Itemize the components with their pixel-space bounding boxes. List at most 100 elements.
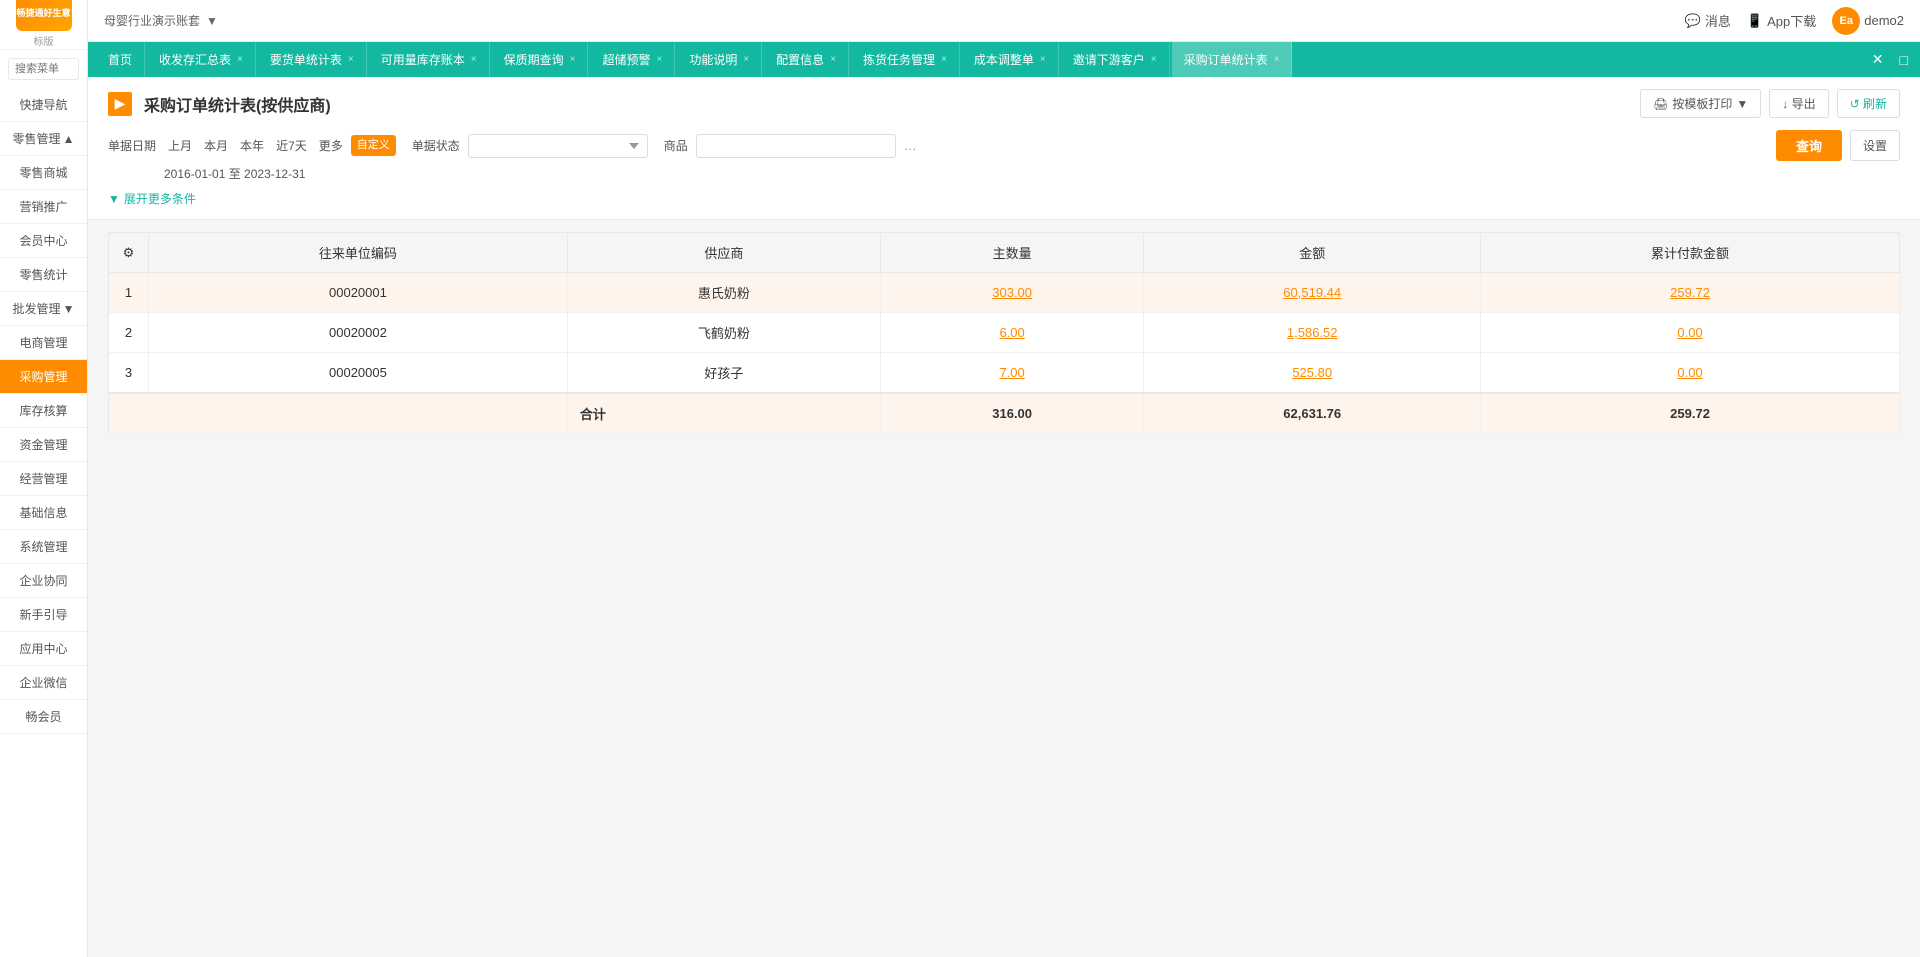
page-actions: 🖨 按模板打印 ▼ ↓ 导出 ↺ 刷新 [1640, 89, 1900, 118]
sidebar-item-newguide[interactable]: 新手引导 [0, 598, 87, 632]
date-this-year[interactable]: 本年 [236, 135, 268, 156]
sidebar-item-wechat[interactable]: 企业微信 [0, 666, 87, 700]
tab-purchase-stat[interactable]: 采购订单统计表 × [1172, 42, 1293, 77]
close-button[interactable]: ✕ [1868, 47, 1888, 72]
refresh-button[interactable]: ↺ 刷新 [1837, 89, 1900, 118]
sidebar-item-marketing[interactable]: 营销推广 [0, 190, 87, 224]
refresh-label: 刷新 [1863, 97, 1887, 111]
col-header-label: 供应商 [704, 246, 743, 261]
refresh-icon: ↺ [1850, 97, 1860, 111]
main-area: 母婴行业演示账套 ▼ 💬 消息 📱 App下载 Ea demo2 首页 收发存汇… [88, 0, 1920, 957]
date-custom-tag[interactable]: 自定义 [351, 135, 396, 156]
tab-available[interactable]: 可用量库存账本 × [369, 42, 490, 77]
sidebar-item-enterprise[interactable]: 企业协同 [0, 564, 87, 598]
app-download-button[interactable]: 📱 App下载 [1747, 11, 1816, 30]
close-icon[interactable]: × [830, 54, 836, 65]
template-print-button[interactable]: 🖨 按模板打印 ▼ [1640, 89, 1761, 118]
sidebar-item-batch[interactable]: 批发管理 ▼ [0, 292, 87, 326]
more-options-icon[interactable]: … [904, 138, 917, 153]
status-filter-group: 单据状态 [412, 134, 648, 158]
maximize-button[interactable]: □ [1896, 48, 1912, 72]
tab-label: 保质期查询 [504, 51, 564, 68]
close-icon[interactable]: × [1274, 54, 1280, 65]
date-shortcuts: 上月 本月 本年 近7天 更多 自定义 [164, 135, 396, 156]
sidebar-item-member[interactable]: 会员中心 [0, 224, 87, 258]
tab-receive[interactable]: 收发存汇总表 × [147, 42, 256, 77]
close-icon[interactable]: × [1151, 54, 1157, 65]
sidebar-item-quick-nav[interactable]: 快捷导航 [0, 88, 87, 122]
cell-paid[interactable]: 0.00 [1481, 313, 1900, 353]
sidebar-item-purchase[interactable]: 采购管理 [0, 360, 87, 394]
sidebar-item-finance[interactable]: 资金管理 [0, 428, 87, 462]
sidebar-item-basic[interactable]: 基础信息 [0, 496, 87, 530]
user-profile[interactable]: Ea demo2 [1832, 7, 1904, 35]
cell-qty[interactable]: 303.00 [880, 273, 1143, 313]
date-more[interactable]: 更多 [315, 135, 347, 156]
close-icon[interactable]: × [237, 54, 243, 65]
cell-paid[interactable]: 0.00 [1481, 353, 1900, 394]
tab-home[interactable]: 首页 [96, 42, 145, 77]
date-this-month[interactable]: 本月 [200, 135, 232, 156]
goods-input[interactable] [696, 134, 896, 158]
search-input[interactable] [8, 58, 79, 80]
sidebar-item-label: 新手引导 [19, 608, 67, 622]
tab-overstock[interactable]: 超储预警 × [590, 42, 675, 77]
tab-label: 功能说明 [689, 51, 737, 68]
col-settings[interactable]: ⚙ [109, 233, 149, 273]
tab-goods-stat[interactable]: 要货单统计表 × [258, 42, 367, 77]
collapse-button[interactable]: ▶ [108, 92, 132, 116]
sidebar-item-retail-stat[interactable]: 零售统计 [0, 258, 87, 292]
logo-image: 畅捷通好生意 [16, 0, 72, 31]
cell-paid[interactable]: 259.72 [1481, 273, 1900, 313]
col-unit-code: 往来单位编码 [149, 233, 568, 273]
sidebar-menu: 快捷导航 零售管理 ▲ 零售商城 营销推广 会员中心 零售统计 批发管理 ▼ 电… [0, 88, 87, 957]
cell-amount[interactable]: 60,519.44 [1144, 273, 1481, 313]
cell-amount[interactable]: 1,586.52 [1144, 313, 1481, 353]
sidebar-item-label: 零售商城 [19, 166, 67, 180]
logo-area: 畅捷通好生意 标版 [0, 0, 87, 50]
template-print-label: 按模板打印 [1672, 95, 1732, 112]
avatar: Ea [1832, 7, 1860, 35]
close-icon[interactable]: × [570, 54, 576, 65]
close-icon[interactable]: × [743, 54, 749, 65]
cell-supplier: 飞鹤奶粉 [567, 313, 880, 353]
tab-label: 收发存汇总表 [159, 51, 231, 68]
tab-feature[interactable]: 功能说明 × [677, 42, 762, 77]
tab-config[interactable]: 配置信息 × [764, 42, 849, 77]
sidebar-item-retail-shop[interactable]: 零售商城 [0, 156, 87, 190]
sidebar-item-label: 畅会员 [25, 710, 61, 724]
tab-cost[interactable]: 成本调整单 × [962, 42, 1059, 77]
cell-qty[interactable]: 7.00 [880, 353, 1143, 394]
export-button[interactable]: ↓ 导出 [1769, 89, 1828, 118]
setting-button[interactable]: 设置 [1850, 130, 1900, 161]
sidebar-item-appstore[interactable]: 应用中心 [0, 632, 87, 666]
tab-invite[interactable]: 邀请下游客户 × [1061, 42, 1170, 77]
footer-label [109, 393, 568, 434]
query-button[interactable]: 查询 [1776, 130, 1842, 161]
tab-task[interactable]: 拣货任务管理 × [851, 42, 960, 77]
close-icon[interactable]: × [941, 54, 947, 65]
sidebar-item-label: 企业微信 [19, 676, 67, 690]
sidebar-item-system[interactable]: 系统管理 [0, 530, 87, 564]
col-paid: 累计付款金额 [1481, 233, 1900, 273]
sidebar-search-area [0, 50, 87, 88]
expand-more-button[interactable]: ▼ 展开更多条件 [108, 190, 1900, 207]
close-icon[interactable]: × [348, 54, 354, 65]
close-icon[interactable]: × [1040, 54, 1046, 65]
sidebar-item-operation[interactable]: 经营管理 [0, 462, 87, 496]
sidebar-item-member2[interactable]: 畅会员 [0, 700, 87, 734]
date-7days[interactable]: 近7天 [272, 135, 311, 156]
tab-label: 配置信息 [776, 51, 824, 68]
message-button[interactable]: 💬 消息 [1685, 11, 1731, 30]
cell-amount[interactable]: 525.80 [1144, 353, 1481, 394]
sidebar-item-inventory[interactable]: 库存核算 [0, 394, 87, 428]
date-last-month[interactable]: 上月 [164, 135, 196, 156]
status-select[interactable] [468, 134, 648, 158]
close-icon[interactable]: × [471, 54, 477, 65]
close-icon[interactable]: × [656, 54, 662, 65]
tab-warranty[interactable]: 保质期查询 × [492, 42, 589, 77]
sidebar-item-label: 零售管理 [13, 130, 61, 147]
cell-qty[interactable]: 6.00 [880, 313, 1143, 353]
sidebar-item-ecommerce[interactable]: 电商管理 [0, 326, 87, 360]
sidebar-item-retail[interactable]: 零售管理 ▲ [0, 122, 87, 156]
